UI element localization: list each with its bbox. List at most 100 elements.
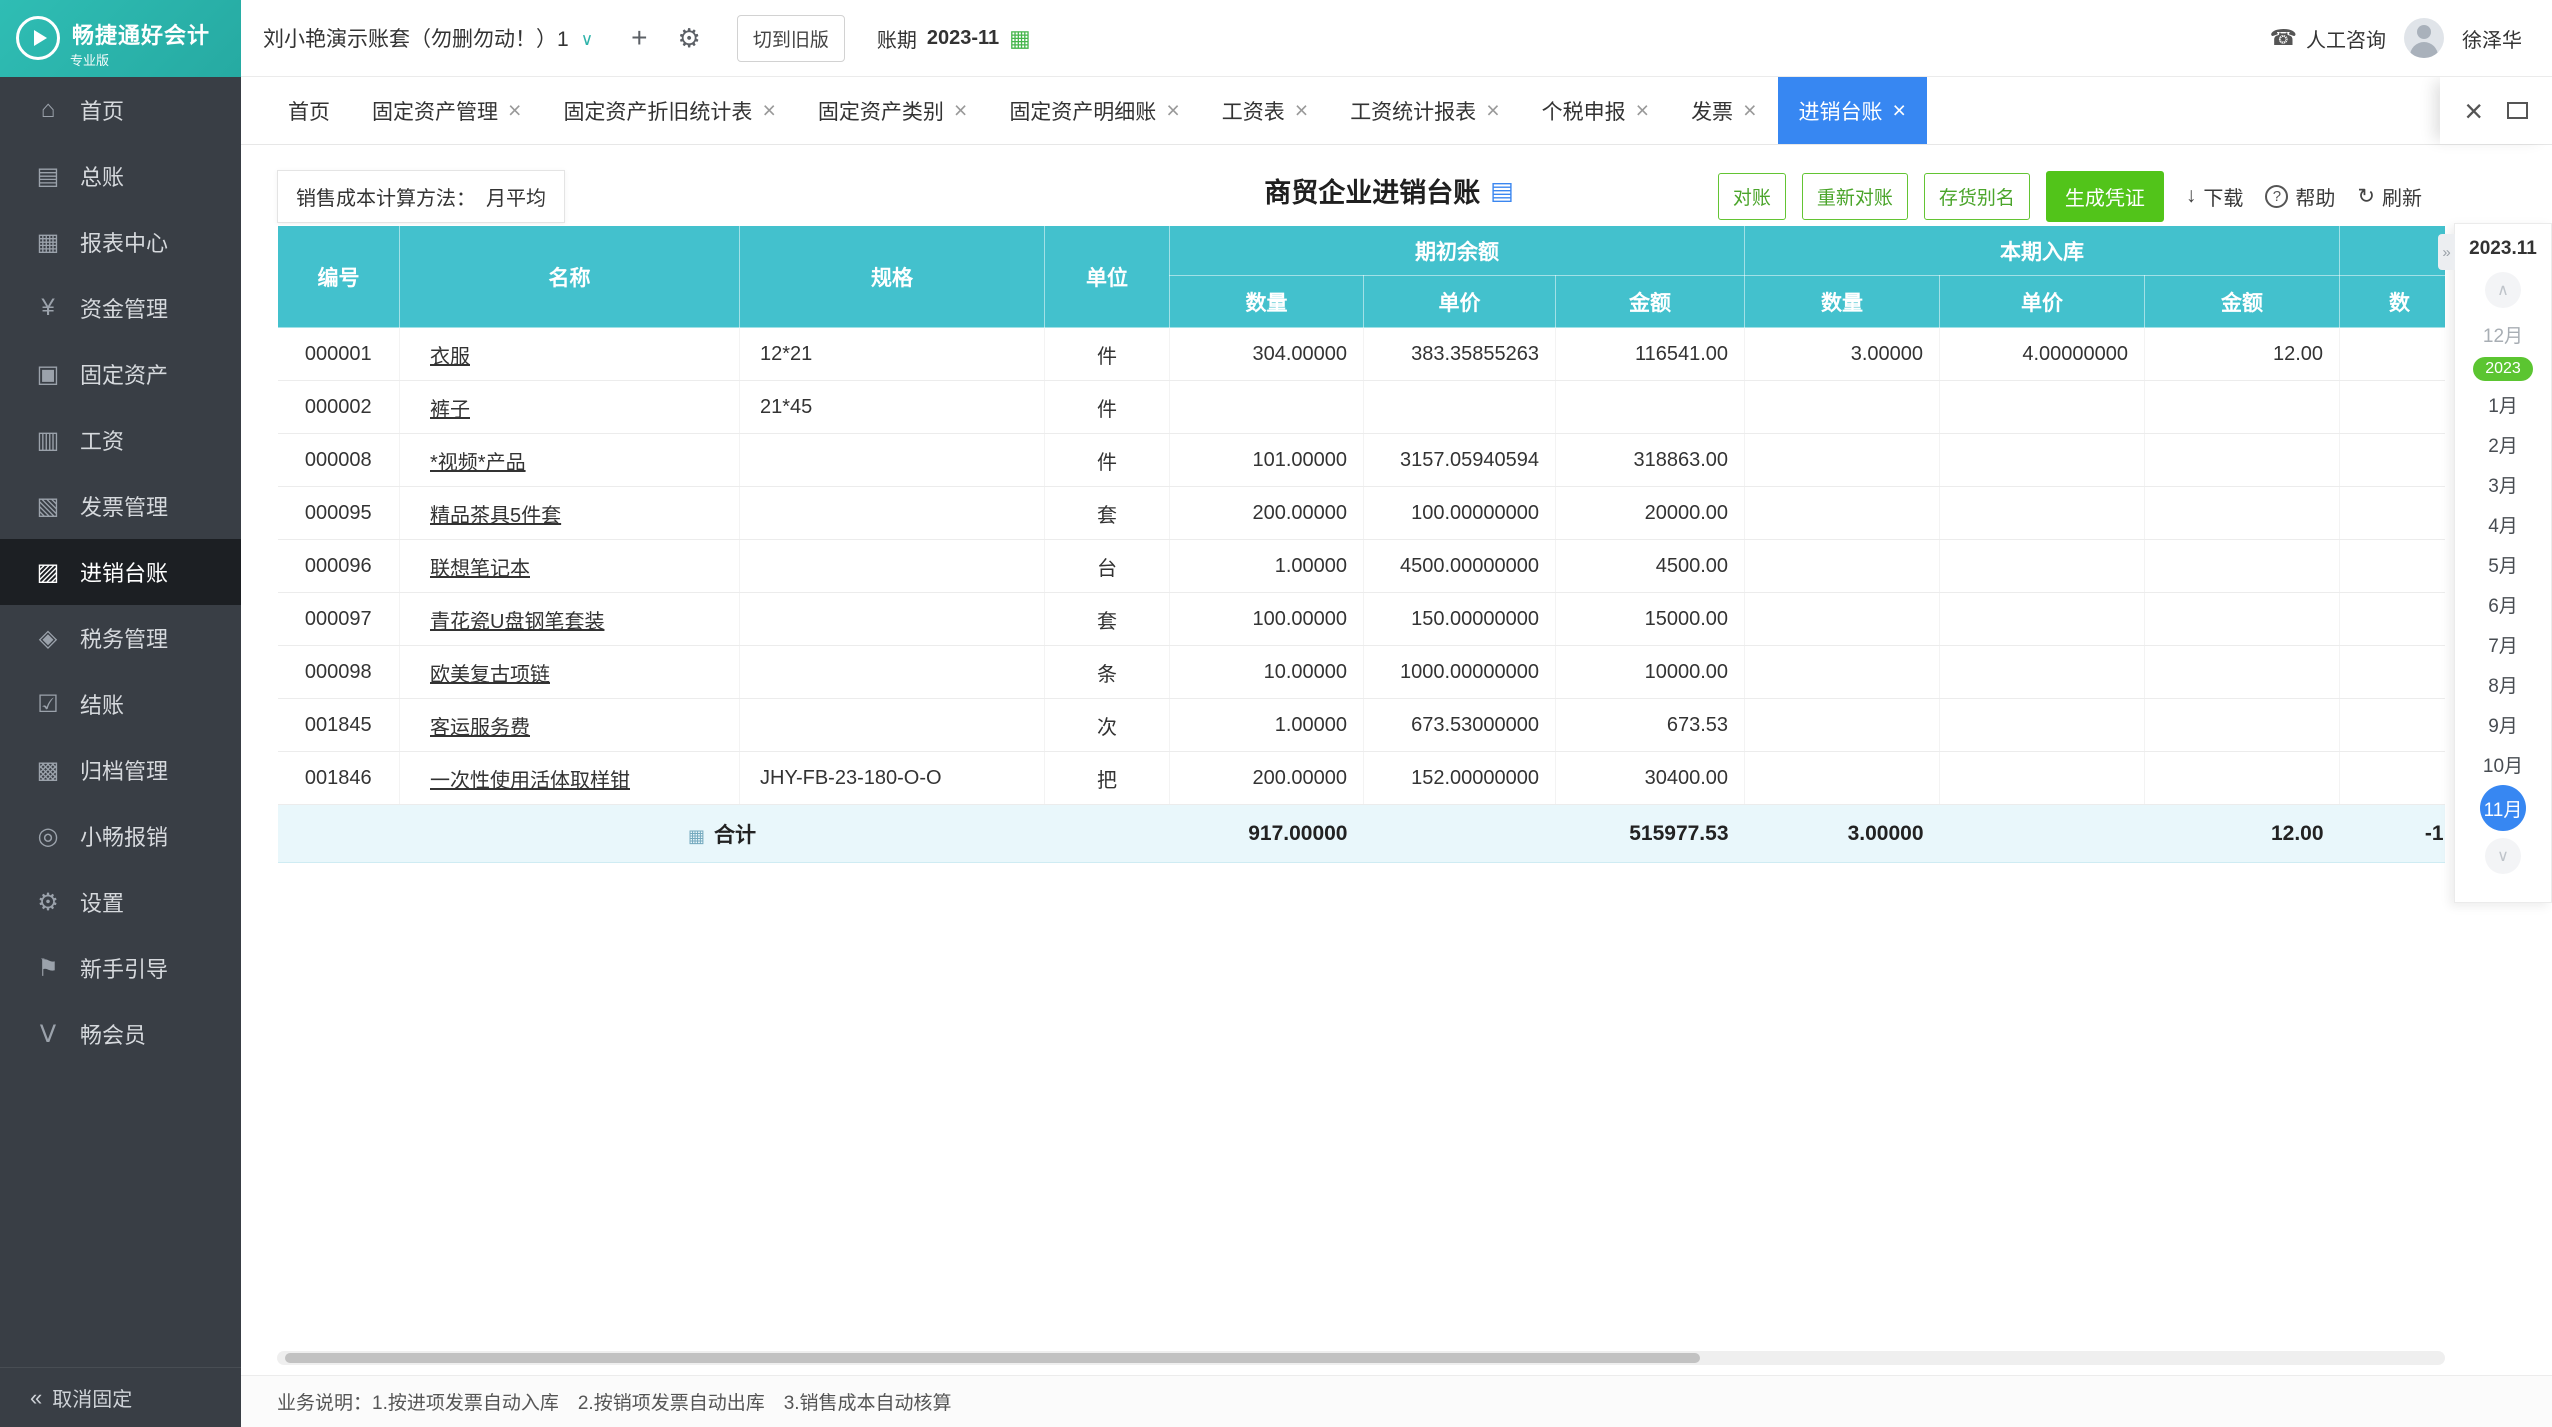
calendar-month-2月[interactable]: 2月 (2455, 424, 2551, 464)
sidebar-item-1[interactable]: ▤ 总账 (0, 143, 241, 209)
item-name-link[interactable]: 裤子 (430, 399, 470, 421)
refresh-icon: ↻ (2357, 184, 2375, 208)
tab-close-icon[interactable]: × (954, 99, 967, 122)
fullscreen-icon[interactable] (2507, 102, 2528, 119)
sidebar-item-9[interactable]: ☑ 结账 (0, 671, 241, 737)
tab-7[interactable]: 个税申报 × (1521, 77, 1670, 144)
tab-4[interactable]: 固定资产明细账 × (988, 77, 1200, 144)
stock-alias-button[interactable]: 存货别名 (1923, 172, 2030, 220)
topbar-right: ☎ 人工咨询 徐泽华 (2270, 18, 2522, 58)
cell-in_price (1939, 698, 2146, 752)
sidebar-item-11[interactable]: ◎ 小畅报销 (0, 803, 241, 869)
sidebar-item-0[interactable]: ⌂ 首页 (0, 77, 241, 143)
tab-close-icon[interactable]: × (1893, 99, 1906, 122)
sidebar-item-2[interactable]: ▦ 报表中心 (0, 209, 241, 275)
tab-9[interactable]: 进销台账 × (1777, 77, 1927, 144)
scroll-down-icon[interactable]: ∨ (2485, 838, 2521, 874)
tab-8[interactable]: 发票 × (1670, 77, 1777, 144)
tab-close-icon[interactable]: × (762, 99, 775, 122)
support-link[interactable]: ☎ 人工咨询 (2270, 24, 2386, 53)
avatar[interactable] (2404, 18, 2444, 58)
calendar-month-12月[interactable]: 12月 (2455, 314, 2551, 354)
sidebar-item-14[interactable]: Ⅴ 畅会员 (0, 1001, 241, 1067)
sidebar-item-label: 畅会员 (80, 1023, 147, 1048)
download-button[interactable]: ↓ 下载 (2186, 182, 2244, 211)
collapse-panel-icon[interactable]: » (2438, 234, 2455, 270)
tab-1[interactable]: 固定资产管理 × (351, 77, 542, 144)
calendar-month-4月[interactable]: 4月 (2455, 504, 2551, 544)
username[interactable]: 徐泽华 (2462, 24, 2522, 53)
cell-open_price: 4500.00000000 (1363, 539, 1556, 593)
cell-open_amount: 15000.00 (1555, 592, 1746, 646)
sidebar-item-6[interactable]: ▧ 发票管理 (0, 473, 241, 539)
close-all-tabs-icon[interactable]: × (2464, 95, 2483, 127)
unpin-button[interactable]: « 取消固定 (0, 1367, 241, 1427)
scrollbar-thumb[interactable] (285, 1353, 1700, 1363)
item-name-link[interactable]: 青花瓷U盘钢笔套装 (430, 611, 604, 633)
refresh-button[interactable]: ↻ 刷新 (2357, 182, 2422, 211)
tab-2[interactable]: 固定资产折旧统计表 × (542, 77, 796, 144)
calendar-month-8月[interactable]: 8月 (2455, 664, 2551, 704)
sidebar-item-4[interactable]: ▣ 固定资产 (0, 341, 241, 407)
period-value[interactable]: 2023-11 (927, 27, 999, 50)
cell-in_amount (2144, 433, 2341, 487)
tab-controls: × (2440, 77, 2552, 144)
table-row: 001846 一次性使用活体取样钳 JHY-FB-23-180-O-O 把 200.00… (277, 751, 2445, 805)
sidebar-item-10[interactable]: ▩ 归档管理 (0, 737, 241, 803)
sidebar-item-8[interactable]: ◈ 税务管理 (0, 605, 241, 671)
item-name-link[interactable]: 一次性使用活体取样钳 (430, 770, 630, 792)
calendar-month-10月[interactable]: 10月 (2455, 744, 2551, 784)
document-icon[interactable]: ▤ (1490, 176, 1514, 206)
tab-6[interactable]: 工资统计报表 × (1329, 77, 1520, 144)
tab-close-icon[interactable]: × (508, 99, 521, 122)
calendar-icon[interactable]: ▦ (1009, 25, 1031, 52)
add-icon[interactable]: + (631, 24, 647, 52)
tab-0[interactable]: 首页 (267, 77, 351, 144)
help-button[interactable]: ? 帮助 (2265, 182, 2335, 211)
tab-close-icon[interactable]: × (1636, 99, 1649, 122)
generate-voucher-button[interactable]: 生成凭证 (2045, 170, 2164, 222)
calendar-month-11月[interactable]: 11月 (2455, 784, 2551, 832)
calendar-month-6月[interactable]: 6月 (2455, 584, 2551, 624)
item-name-link[interactable]: *视频*产品 (430, 452, 526, 474)
sidebar-item-12[interactable]: ⚙ 设置 (0, 869, 241, 935)
sidebar-item-label: 固定资产 (80, 363, 169, 388)
tab-close-icon[interactable]: × (1486, 99, 1499, 122)
calendar-month-1月[interactable]: 1月 (2455, 384, 2551, 424)
cell-unit: 件 (1044, 327, 1170, 381)
item-name-link[interactable]: 欧美复古项链 (430, 664, 550, 686)
sidebar-item-13[interactable]: ⚑ 新手引导 (0, 935, 241, 1001)
reconcile-button[interactable]: 对账 (1717, 172, 1786, 220)
sidebar-item-7[interactable]: ▨ 进销台账 (0, 539, 241, 605)
tab-close-icon[interactable]: × (1295, 99, 1308, 122)
re-reconcile-button[interactable]: 重新对账 (1801, 172, 1908, 220)
page-title: 商贸企业进销台账 ▤ (1264, 171, 1514, 210)
tab-close-icon[interactable]: × (1166, 99, 1179, 122)
horizontal-scrollbar[interactable] (277, 1351, 2445, 1365)
switch-old-version-button[interactable]: 切到旧版 (736, 14, 845, 62)
sidebar-item-3[interactable]: ¥ 资金管理 (0, 275, 241, 341)
tab-3[interactable]: 固定资产类别 × (797, 77, 988, 144)
cell-next-partial (2339, 645, 2445, 699)
calendar-month-3月[interactable]: 3月 (2455, 464, 2551, 504)
tab-close-icon[interactable]: × (1743, 99, 1756, 122)
item-name-link[interactable]: 联想笔记本 (430, 558, 530, 580)
cell-in_qty (1744, 433, 1941, 487)
tab-5[interactable]: 工资表 × (1201, 77, 1329, 144)
tab-label: 个税申报 (1541, 100, 1626, 124)
item-name-link[interactable]: 客运服务费 (430, 717, 530, 739)
cell-name: 联想笔记本 (399, 539, 740, 593)
item-name-link[interactable]: 衣服 (430, 346, 470, 368)
brand-logo-icon (16, 16, 60, 60)
item-name-link[interactable]: 精品茶具5件套 (430, 505, 561, 527)
sidebar-item-5[interactable]: ▥ 工资 (0, 407, 241, 473)
account-name: 刘小艳演示账套（勿删勿动！）1 (263, 28, 569, 51)
account-switcher[interactable]: 刘小艳演示账套（勿删勿动！）1 ∨ (263, 23, 593, 53)
scroll-up-icon[interactable]: ∧ (2485, 272, 2521, 308)
topbar: 畅捷通好会计 专业版 刘小艳演示账套（勿删勿动！）1 ∨ + ⚙ 切到旧版 账期… (0, 0, 2552, 77)
sidebar-item-label: 进销台账 (80, 561, 169, 586)
gear-icon[interactable]: ⚙ (678, 25, 701, 51)
calendar-month-9月[interactable]: 9月 (2455, 704, 2551, 744)
calendar-month-5月[interactable]: 5月 (2455, 544, 2551, 584)
calendar-month-7月[interactable]: 7月 (2455, 624, 2551, 664)
